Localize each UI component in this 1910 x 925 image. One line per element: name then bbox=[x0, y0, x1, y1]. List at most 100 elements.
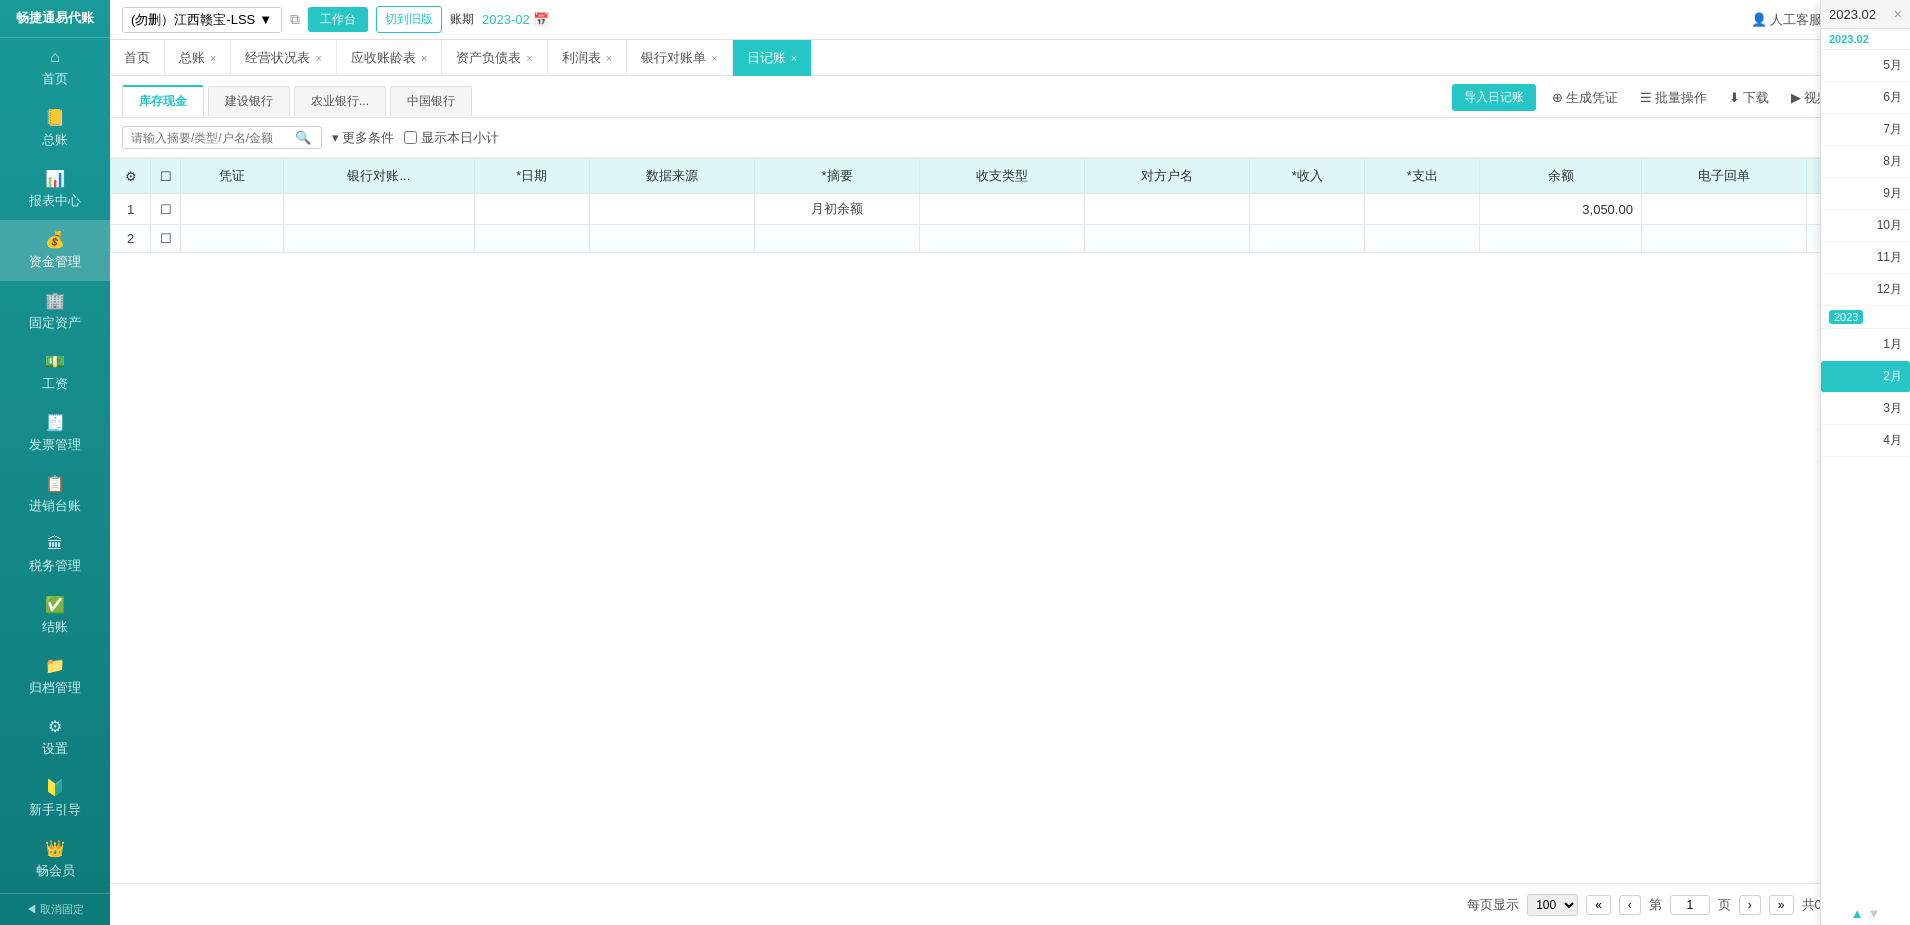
search-icon[interactable]: 🔍 bbox=[295, 130, 311, 145]
last-page-button[interactable]: » bbox=[1769, 895, 1794, 915]
sidebar-item-purchase[interactable]: 📋 进销台账 bbox=[0, 464, 110, 525]
subtab-bar: 库存现金 建设银行 农业银行... 中国银行 导入日记账 ⊕ 生成凭证 ☰ 批量… bbox=[110, 76, 1910, 118]
th-check[interactable]: ☐ bbox=[151, 159, 181, 194]
month-item-2022-8[interactable]: 8月 bbox=[1821, 146, 1910, 178]
month-item-2022-10[interactable]: 10月 bbox=[1821, 210, 1910, 242]
month-item-2022-7[interactable]: 7月 bbox=[1821, 114, 1910, 146]
profit-tab-label: 利润表 bbox=[562, 49, 601, 67]
sidebar-item-tax[interactable]: 🏛 税务管理 bbox=[0, 525, 110, 585]
sidebar-item-settings[interactable]: ⚙ 设置 bbox=[0, 707, 110, 768]
sidebar-item-reports[interactable]: 📊 报表中心 bbox=[0, 159, 110, 220]
search-box[interactable]: 🔍 bbox=[122, 126, 322, 149]
sidebar-logo: 畅捷通易代账 bbox=[0, 0, 110, 38]
tab-business[interactable]: 经营状况表 × bbox=[231, 40, 336, 76]
bank-statement-tab-close[interactable]: × bbox=[711, 52, 717, 64]
subtab-cash[interactable]: 库存现金 bbox=[122, 85, 204, 116]
receivable-tab-close[interactable]: × bbox=[421, 52, 427, 64]
import-journal-button[interactable]: 导入日记账 bbox=[1452, 84, 1536, 111]
generate-voucher-button[interactable]: ⊕ 生成凭证 bbox=[1546, 86, 1624, 110]
month-item-2023-3[interactable]: 3月 bbox=[1821, 393, 1910, 425]
subtab-abc[interactable]: 农业银行... bbox=[294, 86, 386, 116]
tab-assets[interactable]: 资产负债表 × bbox=[442, 40, 547, 76]
sidebar-item-guide[interactable]: 🔰 新手引导 bbox=[0, 768, 110, 829]
batch-operation-button[interactable]: ☰ 批量操作 bbox=[1634, 86, 1713, 110]
tab-bank-statement[interactable]: 银行对账单 × bbox=[627, 40, 732, 76]
show-today-checkbox[interactable]: 显示本日小计 bbox=[404, 129, 499, 147]
sidebar-item-settle[interactable]: ✅ 结账 bbox=[0, 585, 110, 646]
copy-icon[interactable]: ⧉ bbox=[290, 11, 300, 28]
tab-home[interactable]: 首页 bbox=[110, 40, 165, 76]
th-income: *收入 bbox=[1250, 159, 1365, 194]
page-size-select[interactable]: 100 50 200 bbox=[1527, 894, 1578, 916]
month-item-2023-4[interactable]: 4月 bbox=[1821, 425, 1910, 457]
workbench-button[interactable]: 工作台 bbox=[308, 7, 368, 32]
page-input[interactable] bbox=[1670, 895, 1710, 915]
today-checkbox-input[interactable] bbox=[404, 131, 417, 144]
td-check[interactable]: ☐ bbox=[151, 225, 181, 253]
profit-tab-close[interactable]: × bbox=[606, 52, 612, 64]
company-selector[interactable]: (勿删）江西赣宝-LSS ▼ bbox=[122, 7, 282, 33]
settings-icon: ⚙ bbox=[48, 717, 62, 736]
sidebar-item-capital[interactable]: 💰 资金管理 bbox=[0, 220, 110, 281]
month-item-2022-12[interactable]: 12月 bbox=[1821, 274, 1910, 306]
tab-ledger[interactable]: 总账 × bbox=[165, 40, 231, 76]
guide-icon: 🔰 bbox=[45, 778, 65, 797]
more-conditions-label: 更多条件 bbox=[342, 129, 394, 147]
tab-profit[interactable]: 利润表 × bbox=[548, 40, 627, 76]
service-icon: 👤 bbox=[1751, 12, 1767, 27]
subtab-boc[interactable]: 中国银行 bbox=[390, 86, 472, 116]
month-nav-bottom: ▲ ▼ bbox=[1821, 902, 1910, 925]
more-conditions-button[interactable]: ▾ 更多条件 bbox=[332, 129, 394, 147]
sidebar-item-label: 发票管理 bbox=[29, 436, 81, 454]
switch-button[interactable]: 切到旧版 bbox=[376, 6, 442, 33]
tab-receivable[interactable]: 应收账龄表 × bbox=[337, 40, 442, 76]
td-summary bbox=[754, 225, 919, 253]
business-tab-label: 经营状况表 bbox=[245, 49, 310, 67]
th-e-bill: 电子回单 bbox=[1641, 159, 1806, 194]
search-input[interactable] bbox=[131, 131, 291, 145]
month-item-2023-1[interactable]: 1月 bbox=[1821, 329, 1910, 361]
tab-journal[interactable]: 日记账 × bbox=[733, 40, 812, 76]
next-page-button[interactable]: › bbox=[1739, 895, 1761, 915]
month-item-2022-9[interactable]: 9月 bbox=[1821, 178, 1910, 210]
sidebar: 畅捷通易代账 ⌂ 首页 📒 总账 📊 报表中心 💰 资金管理 🏢 固定资产 💵 … bbox=[0, 0, 110, 925]
download-button[interactable]: ⬇ 下载 bbox=[1723, 86, 1775, 110]
purchase-icon: 📋 bbox=[45, 474, 65, 493]
subtab-ccb[interactable]: 建设银行 bbox=[208, 86, 290, 116]
month-item-2023-2[interactable]: 2月 bbox=[1821, 361, 1910, 393]
journal-tab-close[interactable]: × bbox=[791, 52, 797, 64]
td-check[interactable]: ☐ bbox=[151, 194, 181, 225]
th-settings[interactable]: ⚙ bbox=[111, 159, 151, 194]
td-e-bill bbox=[1641, 194, 1806, 225]
download-label: 下载 bbox=[1743, 89, 1769, 107]
first-page-button[interactable]: « bbox=[1586, 895, 1611, 915]
period-value[interactable]: 2023-02 📅 bbox=[482, 12, 549, 27]
sidebar-item-ledger[interactable]: 📒 总账 bbox=[0, 98, 110, 159]
month-item-2022-11[interactable]: 11月 bbox=[1821, 242, 1910, 274]
business-tab-close[interactable]: × bbox=[315, 52, 321, 64]
sidebar-item-member[interactable]: 👑 畅会员 bbox=[0, 829, 110, 890]
tax-icon: 🏛 bbox=[47, 535, 63, 553]
sidebar-item-payroll[interactable]: 💵 工资 bbox=[0, 342, 110, 403]
sidebar-item-invoice[interactable]: 🧾 发票管理 bbox=[0, 403, 110, 464]
sidebar-item-label: 结账 bbox=[42, 618, 68, 636]
td-counterpart bbox=[1085, 225, 1250, 253]
prev-page-button[interactable]: ‹ bbox=[1619, 895, 1641, 915]
nav-down-icon[interactable]: ▼ bbox=[1868, 906, 1881, 921]
sidebar-unpin-button[interactable]: ◀ 取消固定 bbox=[0, 893, 110, 925]
sidebar-item-home[interactable]: ⌂ 首页 bbox=[0, 38, 110, 98]
table-row: 1 ☐ 月初余额 3,050.00 bbox=[111, 194, 1910, 225]
td-income bbox=[1250, 194, 1365, 225]
generate-label: 生成凭证 bbox=[1566, 89, 1618, 107]
sidebar-item-archive[interactable]: 📁 归档管理 bbox=[0, 646, 110, 707]
td-income bbox=[1250, 225, 1365, 253]
customer-service-button[interactable]: 👤 人工客服 bbox=[1751, 11, 1822, 29]
assets-tab-close[interactable]: × bbox=[526, 52, 532, 64]
month-item-2022-6[interactable]: 6月 bbox=[1821, 82, 1910, 114]
nav-up-icon[interactable]: ▲ bbox=[1851, 906, 1864, 921]
ledger-tab-close[interactable]: × bbox=[210, 52, 216, 64]
sidebar-item-assets[interactable]: 🏢 固定资产 bbox=[0, 281, 110, 342]
td-date bbox=[474, 225, 589, 253]
main-panel: 库存现金 建设银行 农业银行... 中国银行 导入日记账 ⊕ 生成凭证 ☰ 批量… bbox=[110, 76, 1910, 925]
company-name: (勿删）江西赣宝-LSS bbox=[131, 11, 255, 29]
